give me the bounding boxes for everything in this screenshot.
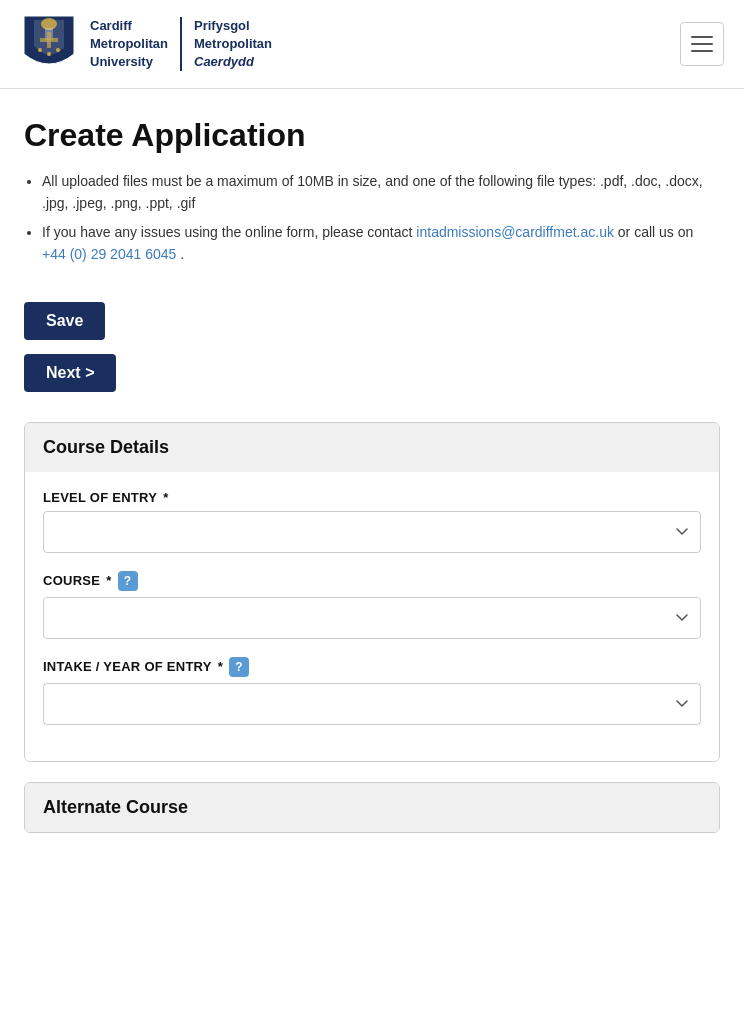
info-item-contact: If you have any issues using the online …	[42, 221, 720, 266]
level-of-entry-required: *	[163, 490, 168, 505]
course-details-body: LEVEL OF ENTRY * COURSE * ?	[25, 472, 719, 761]
course-details-section: Course Details LEVEL OF ENTRY * COURSE *…	[24, 422, 720, 762]
hamburger-menu-button[interactable]	[680, 22, 724, 66]
svg-rect-3	[40, 38, 58, 42]
logo: Cardiff Metropolitan University Prifysgo…	[20, 12, 272, 76]
contact-end-text: .	[180, 246, 184, 262]
contact-or-text: or call us on	[618, 224, 693, 240]
course-details-header: Course Details	[25, 423, 719, 472]
page-title: Create Application	[24, 117, 720, 154]
alternate-course-section: Alternate Course	[24, 782, 720, 833]
contact-intro-text: If you have any issues using the online …	[42, 224, 412, 240]
hamburger-line-2	[691, 43, 713, 45]
course-field: COURSE * ?	[43, 571, 701, 639]
svg-point-4	[38, 48, 42, 52]
level-of-entry-field: LEVEL OF ENTRY *	[43, 490, 701, 553]
svg-point-6	[56, 48, 60, 52]
course-select[interactable]	[43, 597, 701, 639]
svg-point-5	[47, 52, 51, 56]
logo-text: Cardiff Metropolitan University Prifysgo…	[90, 17, 272, 72]
course-help-icon[interactable]: ?	[118, 571, 138, 591]
info-item-files: All uploaded files must be a maximum of …	[42, 170, 720, 215]
contact-email-link[interactable]: intadmissions@cardiffmet.ac.uk	[416, 224, 614, 240]
level-of-entry-label: LEVEL OF ENTRY *	[43, 490, 701, 505]
next-button[interactable]: Next >	[24, 354, 116, 392]
university-crest-icon	[20, 12, 78, 76]
main-content: Create Application All uploaded files mu…	[0, 89, 744, 881]
save-button[interactable]: Save	[24, 302, 105, 340]
info-list: All uploaded files must be a maximum of …	[42, 170, 720, 266]
intake-year-select[interactable]	[43, 683, 701, 725]
course-label: COURSE * ?	[43, 571, 701, 591]
level-of-entry-select[interactable]	[43, 511, 701, 553]
hamburger-line-1	[691, 36, 713, 38]
logo-welsh: Prifysgol Metropolitan Caerdydd	[194, 17, 272, 72]
intake-year-label: INTAKE / YEAR OF ENTRY * ?	[43, 657, 701, 677]
intake-year-help-icon[interactable]: ?	[229, 657, 249, 677]
logo-english: Cardiff Metropolitan University	[90, 17, 182, 72]
intake-year-required: *	[218, 659, 223, 674]
header: Cardiff Metropolitan University Prifysgo…	[0, 0, 744, 89]
alternate-course-header: Alternate Course	[25, 783, 719, 832]
contact-phone-link[interactable]: +44 (0) 29 2041 6045	[42, 246, 176, 262]
intake-year-field: INTAKE / YEAR OF ENTRY * ?	[43, 657, 701, 725]
course-required: *	[106, 573, 111, 588]
hamburger-line-3	[691, 50, 713, 52]
